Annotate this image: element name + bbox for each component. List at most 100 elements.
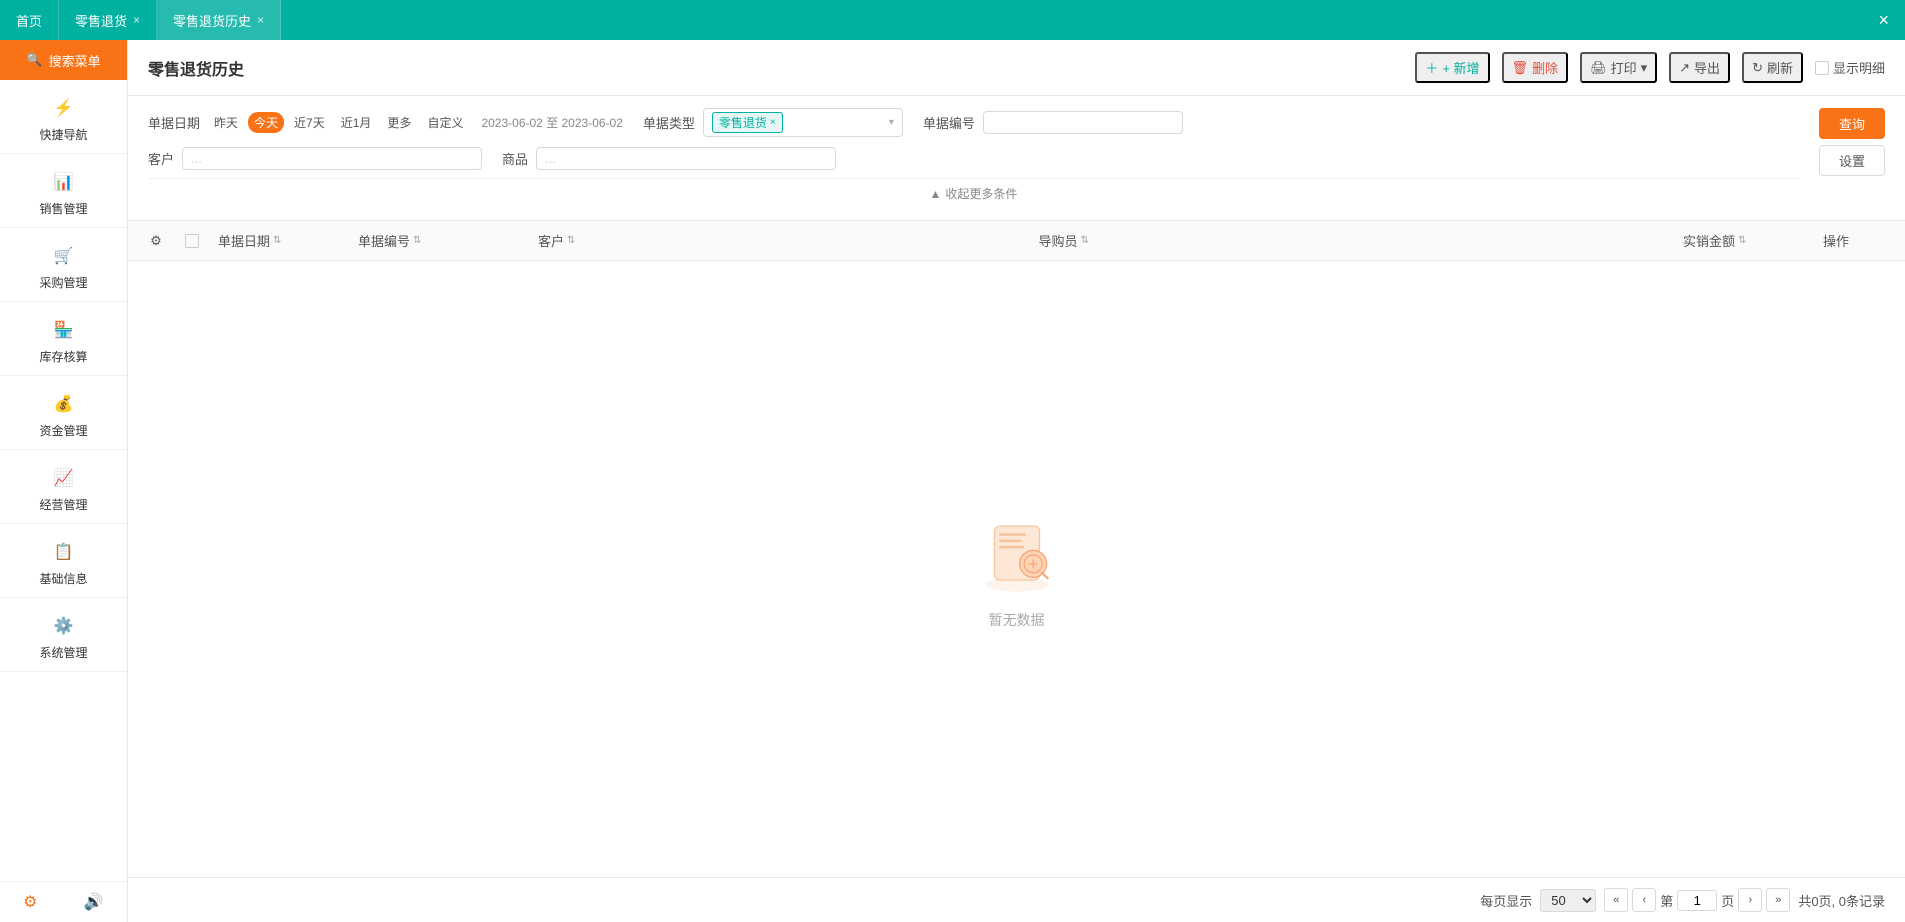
sidebar-item-purchase-mgmt[interactable]: 🛒 采购管理 <box>0 228 127 302</box>
search-icon: 🔍 <box>26 52 42 68</box>
bill-type-tag-label: 零售退货 <box>719 114 767 131</box>
page-first-button[interactable]: « <box>1604 888 1628 912</box>
sales-mgmt-icon: 📊 <box>50 168 78 196</box>
sidebar-item-operations-label: 经营管理 <box>39 496 87 513</box>
date-tab-7days[interactable]: 近7天 <box>288 112 331 133</box>
window-close-button[interactable]: × <box>1862 10 1905 31</box>
sidebar-item-quick-nav[interactable]: ⚡ 快捷导航 <box>0 80 127 154</box>
query-button[interactable]: 查询 <box>1819 108 1885 139</box>
sidebar-item-system-label: 系统管理 <box>39 644 87 661</box>
print-arrow-icon: ▾ <box>1641 60 1648 76</box>
top-bar: 首页 零售退货 × 零售退货历史 × × <box>0 0 1905 40</box>
tab-retail-return-close[interactable]: × <box>133 13 140 27</box>
bill-type-select[interactable]: 零售退货 × ▾ <box>703 108 903 137</box>
page-number-input[interactable] <box>1677 890 1717 911</box>
sidebar: 🔍 搜索菜单 ⚡ 快捷导航 📊 销售管理 🛒 采购管理 🏪 库存核算 💰 资金管… <box>0 40 128 922</box>
export-icon: ↗ <box>1679 60 1690 76</box>
bill-type-arrow-icon: ▾ <box>889 117 894 128</box>
th-date[interactable]: 单据日期 ⇅ <box>210 231 350 250</box>
customer-input[interactable]: ... <box>182 147 482 170</box>
bill-no-input[interactable] <box>992 115 1174 130</box>
filter-group-date: 单据日期 昨天 今天 近7天 近1月 更多 自定义 2023-06-02 至 2… <box>148 112 623 133</box>
tab-retail-return-history-close[interactable]: × <box>257 13 264 27</box>
th-billno-label: 单据编号 <box>358 231 410 250</box>
th-checkbox[interactable] <box>174 234 210 248</box>
delete-label: 删除 <box>1532 58 1558 77</box>
date-tab-1month[interactable]: 近1月 <box>335 112 378 133</box>
collapse-label: 收起更多条件 <box>945 185 1017 202</box>
filter-group-customer: 客户 ... <box>148 147 482 170</box>
date-tab-today[interactable]: 今天 <box>248 112 284 133</box>
tab-retail-return[interactable]: 零售退货 × <box>59 0 157 40</box>
sidebar-item-finance[interactable]: 💰 资金管理 <box>0 376 127 450</box>
volume-icon[interactable]: 🔊 <box>84 892 104 912</box>
th-billno[interactable]: 单据编号 ⇅ <box>350 231 530 250</box>
page-last-button[interactable]: » <box>1766 888 1790 912</box>
empty-state: 暂无数据 <box>128 261 1905 877</box>
add-button[interactable]: ＋ + 新增 <box>1415 52 1489 83</box>
date-filter-label: 单据日期 <box>148 113 200 132</box>
th-settings[interactable]: ⚙ <box>138 233 174 249</box>
purchase-mgmt-icon: 🛒 <box>50 242 78 270</box>
goods-placeholder: ... <box>545 151 556 166</box>
bill-no-input-wrap <box>983 111 1183 134</box>
bill-type-tag-close[interactable]: × <box>770 117 776 128</box>
tab-retail-return-label: 零售退货 <box>75 11 127 30</box>
sidebar-item-inventory[interactable]: 🏪 库存核算 <box>0 302 127 376</box>
select-all-checkbox[interactable] <box>185 234 199 248</box>
settings-filter-button[interactable]: 设置 <box>1819 145 1885 176</box>
add-icon: ＋ <box>1425 58 1438 77</box>
goods-label: 商品 <box>502 149 528 168</box>
date-tabs: 昨天 今天 近7天 近1月 更多 自定义 <box>208 112 469 133</box>
empty-text: 暂无数据 <box>989 610 1045 630</box>
tab-retail-return-history[interactable]: 零售退货历史 × <box>157 0 281 40</box>
date-tab-custom[interactable]: 自定义 <box>421 112 469 133</box>
delete-button[interactable]: 🗑 删除 <box>1502 52 1569 83</box>
th-customer[interactable]: 客户 ⇅ <box>530 231 1031 250</box>
bill-type-label: 单据类型 <box>643 113 695 132</box>
per-page-select[interactable]: 50 100 200 <box>1540 889 1596 912</box>
tab-home[interactable]: 首页 <box>0 0 59 40</box>
filter-row-2: 客户 ... 商品 ... <box>148 147 1799 170</box>
sidebar-item-system[interactable]: ⚙️ 系统管理 <box>0 598 127 672</box>
collapse-bar[interactable]: ▲ 收起更多条件 <box>148 178 1799 208</box>
table-wrap: ⚙ 单据日期 ⇅ 单据编号 ⇅ 客户 ⇅ 导购员 <box>128 221 1905 922</box>
th-customer-sort-icon: ⇅ <box>567 235 575 246</box>
sidebar-item-finance-label: 资金管理 <box>39 422 87 439</box>
empty-illustration <box>972 508 1062 598</box>
table-header: ⚙ 单据日期 ⇅ 单据编号 ⇅ 客户 ⇅ 导购员 <box>128 221 1905 261</box>
bill-type-tag: 零售退货 × <box>712 112 783 133</box>
sidebar-bottom: ⚙ 🔊 <box>0 881 127 922</box>
sidebar-item-operations[interactable]: 📈 经营管理 <box>0 450 127 524</box>
sidebar-search[interactable]: 🔍 搜索菜单 <box>0 40 127 80</box>
toolbar-actions: ＋ + 新增 🗑 删除 🖨 打印 ▾ ↗ 导出 ↻ <box>1415 52 1885 83</box>
date-tab-yesterday[interactable]: 昨天 <box>208 112 244 133</box>
customer-label: 客户 <box>148 149 174 168</box>
sidebar-item-purchase-mgmt-label: 采购管理 <box>39 274 87 291</box>
export-label: 导出 <box>1694 58 1720 77</box>
page-prev-button[interactable]: ‹ <box>1632 888 1656 912</box>
sidebar-item-sales-mgmt[interactable]: 📊 销售管理 <box>0 154 127 228</box>
refresh-button[interactable]: ↻ 刷新 <box>1742 52 1803 83</box>
page-header: 零售退货历史 ＋ + 新增 🗑 删除 🖨 打印 ▾ ↗ 导出 <box>128 40 1905 96</box>
export-button[interactable]: ↗ 导出 <box>1669 52 1730 83</box>
print-button[interactable]: 🖨 打印 ▾ <box>1580 52 1657 83</box>
collapse-icon: ▲ <box>930 187 942 201</box>
date-tab-more[interactable]: 更多 <box>381 112 417 133</box>
th-guide[interactable]: 导购员 ⇅ <box>1031 231 1191 250</box>
th-guide-sort-icon: ⇅ <box>1081 235 1089 246</box>
show-detail-wrap: 显示明细 <box>1815 58 1885 77</box>
filter-actions: 查询 设置 <box>1819 108 1885 176</box>
table-settings-icon[interactable]: ⚙ <box>150 233 162 249</box>
show-detail-checkbox[interactable] <box>1815 61 1829 75</box>
finance-icon: 💰 <box>50 390 78 418</box>
page-unit: 页 <box>1721 891 1734 910</box>
print-label: 打印 <box>1611 58 1637 77</box>
goods-input[interactable]: ... <box>536 147 836 170</box>
sidebar-item-basic-info[interactable]: 📋 基础信息 <box>0 524 127 598</box>
page-next-button[interactable]: › <box>1738 888 1762 912</box>
settings-bottom-icon[interactable]: ⚙ <box>23 892 37 912</box>
sidebar-search-label: 搜索菜单 <box>49 51 101 70</box>
inventory-icon: 🏪 <box>50 316 78 344</box>
th-amount[interactable]: 实销金额 ⇅ <box>1675 231 1815 250</box>
